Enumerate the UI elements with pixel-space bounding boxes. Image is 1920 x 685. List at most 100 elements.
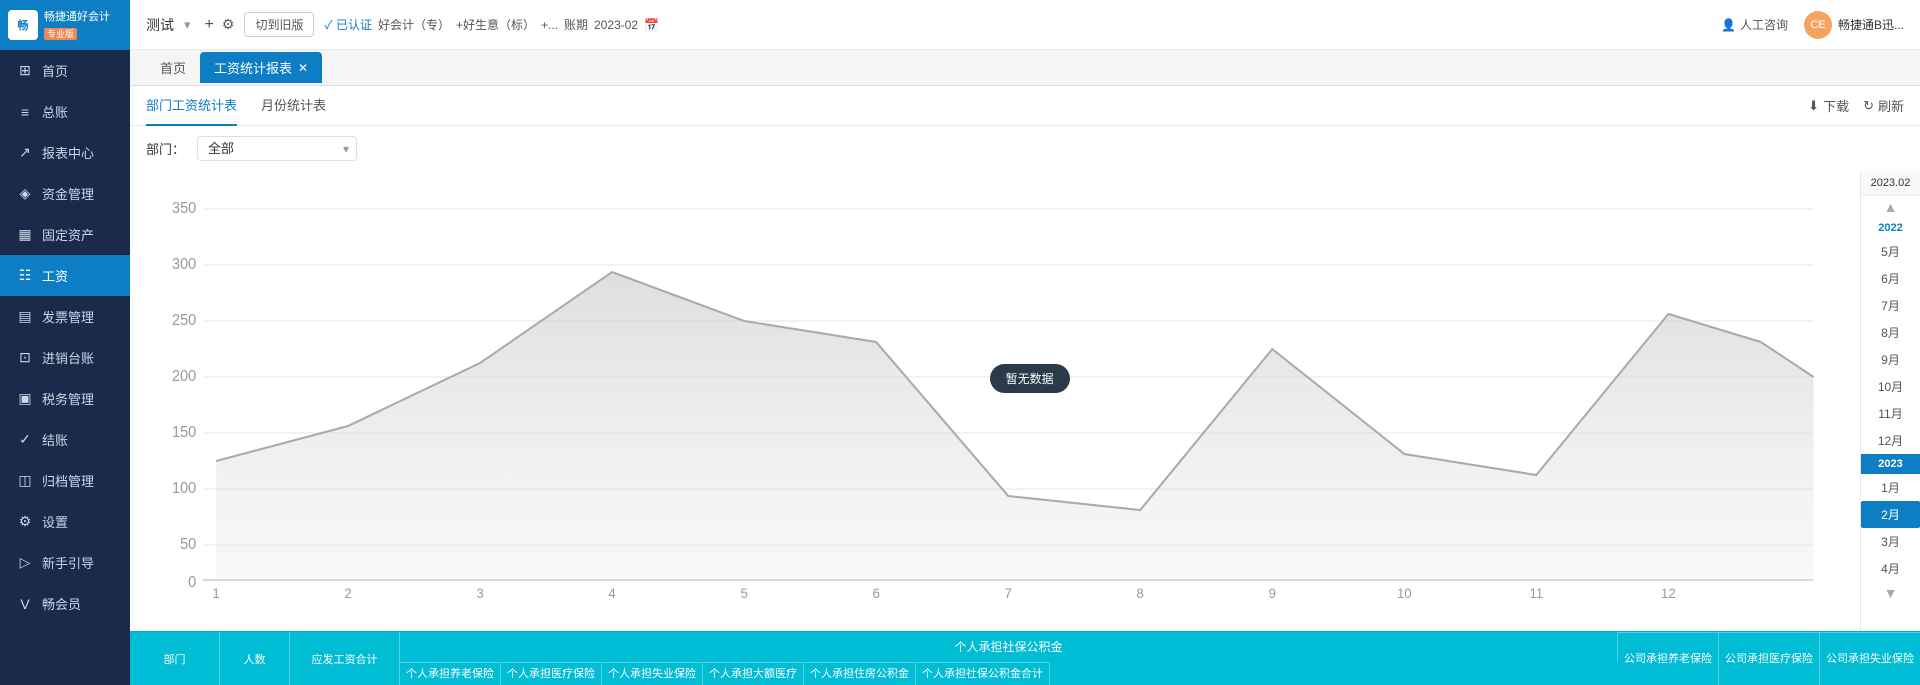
sidebar-item-tax[interactable]: ▣ 税务管理 [0,378,130,419]
salary-icon: ☷ [16,267,34,284]
refresh-label: 刷新 [1878,96,1904,115]
month-2023-01[interactable]: 1月 [1861,474,1920,501]
th-personal-total-label: 个人承担社保公积金合计 [922,667,1043,681]
sidebar-item-label: 结账 [42,430,68,449]
sidebar-item-settings[interactable]: ⚙ 设置 [0,501,130,542]
sub-tab-dept[interactable]: 部门工资统计表 [146,86,237,126]
download-icon: ⬇ [1808,98,1819,114]
tab-home-label: 首页 [160,58,186,77]
svg-text:10: 10 [1397,586,1412,601]
year-up-button[interactable]: ▲ [1861,196,1920,218]
month-2022-07[interactable]: 7月 [1861,292,1920,319]
tab-home[interactable]: 首页 [146,52,200,83]
tab-close-icon[interactable]: ✕ [298,61,308,75]
sidebar-item-ledger[interactable]: ≡ 总账 [0,91,130,132]
month-2022-06[interactable]: 6月 [1861,265,1920,292]
month-2023-02[interactable]: 2月 [1861,501,1920,528]
logo-icon: 畅 [8,10,38,40]
month-2023-03[interactable]: 3月 [1861,528,1920,555]
th-personal-major-medical: 个人承担大额医疗 [703,662,804,685]
th-personal-unemployment-label: 个人承担失业保险 [608,667,696,681]
sidebar-item-salary[interactable]: ☷ 工资 [0,255,130,296]
month-2022-09[interactable]: 9月 [1861,346,1920,373]
month-2022-12[interactable]: 12月 [1861,427,1920,454]
chart-wrapper: 350 300 250 200 150 100 50 0 [130,171,1920,631]
dept-select-wrapper: 全部 财务部 销售部 技术部 行政部 [197,136,357,161]
status-good-business: +好生意（标） [456,16,535,33]
customer-service-button[interactable]: 👤 人工咨询 [1721,16,1788,33]
sidebar-item-label: 首页 [42,61,68,80]
svg-text:250: 250 [172,312,196,329]
year-panel: 2023.02 ▲ 2022 5月 6月 7月 8月 9月 10月 11月 12… [1860,171,1920,631]
svg-text:3: 3 [476,586,483,601]
sidebar-item-label: 税务管理 [42,389,94,408]
sidebar-item-invoice[interactable]: ▤ 发票管理 [0,296,130,337]
month-2022-08[interactable]: 8月 [1861,319,1920,346]
month-2022-05[interactable]: 5月 [1861,238,1920,265]
sub-tab-monthly[interactable]: 月份统计表 [261,86,326,126]
month-2023-04[interactable]: 4月 [1861,555,1920,582]
sidebar-item-fund[interactable]: ◈ 资金管理 [0,173,130,214]
tab-salary-report-label: 工资统计报表 [214,58,292,77]
certified-status: ✓ 已认证 [324,16,372,33]
sidebar-item-archive[interactable]: ◫ 归档管理 [0,460,130,501]
sidebar-item-label: 发票管理 [42,307,94,326]
sidebar-item-label: 报表中心 [42,143,94,162]
year-2022-label[interactable]: 2022 [1861,218,1920,238]
switch-old-mode-button[interactable]: 切到旧版 [244,12,314,37]
month-2022-10[interactable]: 10月 [1861,373,1920,400]
dept-select[interactable]: 全部 财务部 销售部 技术部 行政部 [197,136,357,161]
topbar-dropdown-arrow[interactable]: ▾ [184,17,191,33]
archive-icon: ◫ [16,472,34,489]
sidebar-item-asset[interactable]: ▦ 固定资产 [0,214,130,255]
sub-tabs-bar: 部门工资统计表 月份统计表 ⬇ 下载 ↻ 刷新 [130,86,1920,126]
sidebar-item-label: 新手引导 [42,553,94,572]
accounting-period-label: 账期 [564,16,588,33]
year-2022-section: 2022 5月 6月 7月 8月 9月 10月 11月 12月 [1861,218,1920,454]
sidebar-item-label: 总账 [42,102,68,121]
sales-icon: ⊡ [16,349,34,366]
sidebar-item-close[interactable]: ✓ 结账 [0,419,130,460]
sidebar-item-home[interactable]: ⊞ 首页 [0,50,130,91]
svg-text:100: 100 [172,480,196,497]
year-down-button[interactable]: ▼ [1861,582,1920,604]
add-button[interactable]: + [205,16,214,34]
invoice-icon: ▤ [16,308,34,325]
dept-filter-label: 部门： [146,139,185,158]
sidebar-navigation: ⊞ 首页 ≡ 总账 ↗ 报表中心 ◈ 资金管理 ▦ 固定资产 ☷ 工资 ▤ 发票… [0,50,130,685]
accounting-period-value: 2023-02 [594,18,638,32]
settings-gear-icon[interactable]: ⚙ [222,16,235,33]
year-2023-badge[interactable]: 2023 [1861,454,1920,474]
year-panel-header[interactable]: 2023.02 [1861,171,1920,196]
sidebar-item-member[interactable]: V 畅会员 [0,583,130,624]
tabs-bar: 首页 工资统计报表 ✕ [130,50,1920,86]
svg-text:5: 5 [740,586,747,601]
svg-text:150: 150 [172,424,196,441]
svg-text:1: 1 [212,586,219,601]
sidebar-item-label: 畅会员 [42,594,81,613]
th-company-medical: 公司承担医疗保险 [1719,632,1820,685]
home-icon: ⊞ [16,62,34,79]
svg-text:0: 0 [188,574,196,591]
sub-tab-monthly-label: 月份统计表 [261,98,326,113]
sidebar-item-label: 工资 [42,266,68,285]
sidebar-item-guide[interactable]: ▷ 新手引导 [0,542,130,583]
status-more: +... [541,18,558,32]
download-button[interactable]: ⬇ 下载 [1808,96,1849,115]
th-personal-medical: 个人承担医疗保险 [501,662,602,685]
user-info-button[interactable]: CE 畅捷通B迅... [1804,11,1904,39]
download-label: 下载 [1823,96,1849,115]
th-personal-unemployment: 个人承担失业保险 [602,662,703,685]
sidebar-item-sales[interactable]: ⊡ 进销台账 [0,337,130,378]
toolbar-actions: ⬇ 下载 ↻ 刷新 [1808,96,1904,115]
tab-salary-report[interactable]: 工资统计报表 ✕ [200,52,322,83]
year-navigation: ▲ 2022 5月 6月 7月 8月 9月 10月 11月 12月 [1861,196,1920,604]
refresh-button[interactable]: ↻ 刷新 [1863,96,1904,115]
table-header: 部门 人数 应发工资合计 个人承担社保公积金 个人承担养老保险 个人承担医疗保险… [130,631,1920,685]
svg-text:2: 2 [344,586,351,601]
calendar-icon[interactable]: 📅 [644,18,659,32]
sidebar-item-report[interactable]: ↗ 报表中心 [0,132,130,173]
th-personal-pension: 个人承担养老保险 [400,662,501,685]
th-group-sub-headers: 个人承担养老保险 个人承担医疗保险 个人承担失业保险 个人承担大额医疗 个人承担… [400,662,1618,685]
month-2022-11[interactable]: 11月 [1861,400,1920,427]
